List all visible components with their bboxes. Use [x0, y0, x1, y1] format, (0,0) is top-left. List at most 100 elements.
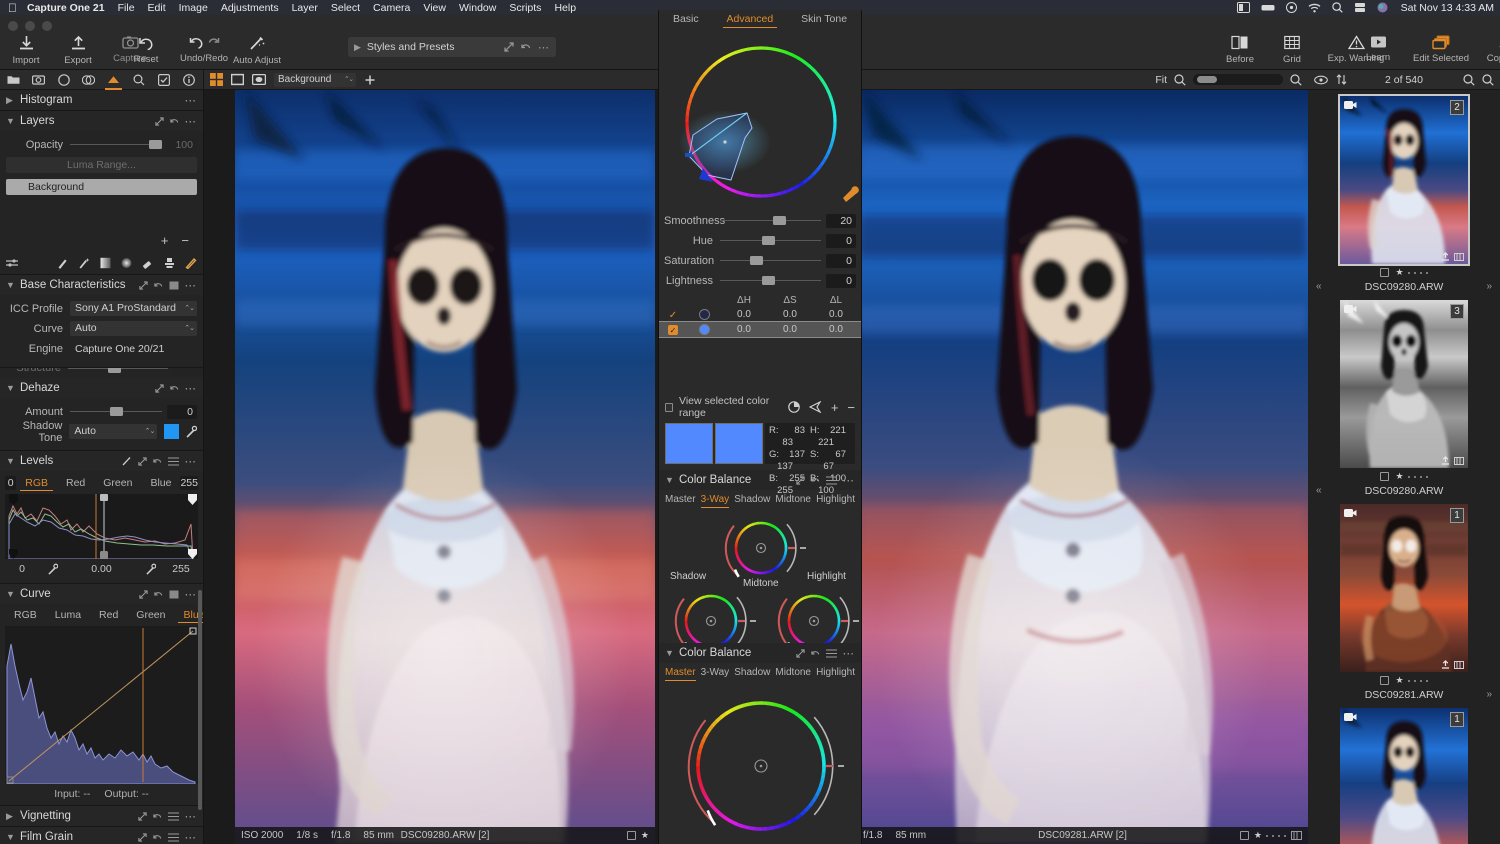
color-tab-icon[interactable] — [82, 73, 95, 86]
remove-layer-icon[interactable]: − — [181, 233, 189, 248]
opacity-value[interactable]: 100 — [167, 137, 197, 152]
zoom-out-icon[interactable] — [1174, 73, 1186, 86]
copy-apply-button[interactable]: Copy/Apply — [1478, 35, 1500, 64]
row-delta-h[interactable]: 0.0 — [721, 309, 767, 320]
layer-picker-select[interactable]: Background — [274, 72, 356, 87]
reset-arrow-icon[interactable] — [521, 42, 531, 52]
zoom-in-icon[interactable] — [1290, 73, 1302, 86]
star-icon[interactable]: ★ — [1395, 268, 1403, 277]
reset-arrow-icon[interactable] — [152, 457, 162, 466]
more-options-icon[interactable]: ⋯ — [185, 809, 198, 823]
row-delta-l[interactable]: 0.0 — [813, 309, 859, 320]
picker-range-icon[interactable] — [808, 401, 822, 413]
more-options-icon[interactable]: ⋯ — [185, 454, 198, 468]
layers-header[interactable]: ▼ Layers ⋯ — [0, 111, 203, 131]
saturation-slider[interactable] — [720, 254, 821, 268]
menu-file[interactable]: File — [118, 2, 135, 14]
row-delta-s[interactable]: 0.0 — [767, 309, 813, 320]
details-tab-icon[interactable] — [132, 73, 145, 86]
smoothness-slider[interactable] — [720, 214, 821, 228]
export-button[interactable]: Export — [52, 35, 104, 66]
black-eyedropper-icon[interactable] — [47, 563, 58, 575]
add-layer-plus-icon[interactable] — [364, 74, 376, 86]
eraser-icon[interactable] — [142, 257, 154, 269]
browser-thumbnail-strip[interactable]: 2 ★ « DSC09280.ARW » 3 ★ « DSC09280.ARW … — [1308, 90, 1500, 844]
reset-arrow-icon[interactable] — [153, 590, 163, 599]
thumb-rating-row[interactable]: ★ — [1314, 674, 1494, 687]
expand-icon[interactable] — [137, 456, 147, 466]
compare-icon[interactable] — [169, 590, 179, 599]
disclosure-expanded-icon[interactable]: ▼ — [6, 383, 15, 393]
heal-icon[interactable] — [185, 257, 197, 269]
menu-image[interactable]: Image — [179, 2, 208, 14]
curve-header[interactable]: ▼ Curve ⋯ — [0, 584, 203, 604]
menu-scripts[interactable]: Scripts — [509, 2, 541, 14]
row-delta-s[interactable]: 0.0 — [767, 324, 813, 335]
tab-basic[interactable]: Basic — [669, 13, 703, 28]
disclosure-expanded-icon[interactable]: ▼ — [665, 648, 674, 658]
more-options-icon[interactable]: ⋯ — [185, 278, 198, 292]
capture-tab-icon[interactable] — [32, 73, 45, 86]
disclosure-expanded-icon[interactable]: ▼ — [6, 456, 15, 466]
vignetting-header[interactable]: ▶ Vignetting ⋯ — [0, 806, 203, 826]
list-item[interactable]: 2 ★ « DSC09280.ARW » — [1314, 94, 1494, 294]
next-image-arrow[interactable]: » — [1486, 281, 1492, 292]
curve-select[interactable]: Auto — [70, 321, 197, 336]
more-options-icon[interactable]: ⋯ — [185, 381, 198, 395]
select-checkbox[interactable] — [1380, 268, 1390, 277]
list-item[interactable]: 3 ★ « DSC09280.ARW — [1314, 300, 1494, 498]
menu-view[interactable]: View — [423, 2, 446, 14]
search-icon[interactable] — [1463, 73, 1475, 86]
pie-mask-icon[interactable] — [788, 401, 800, 413]
levels-tab-green[interactable]: Green — [94, 477, 141, 489]
levels-right-value[interactable]: 255 — [180, 476, 198, 490]
chevron-right-icon[interactable]: ▶ — [354, 42, 361, 53]
curve-tab-red[interactable]: Red — [90, 609, 127, 621]
expand-icon[interactable] — [137, 832, 147, 842]
window-traffic-lights[interactable] — [8, 21, 52, 31]
dropbox-icon[interactable] — [1354, 2, 1366, 13]
shadow-tone-select[interactable]: Auto — [69, 424, 158, 439]
siri-icon[interactable] — [1377, 2, 1388, 13]
icc-profile-select[interactable]: Sony A1 ProStandard — [70, 301, 197, 316]
tab-skin-tone[interactable]: Skin Tone — [797, 13, 851, 28]
brush-icon[interactable] — [57, 257, 68, 269]
levels-tab-blue[interactable]: Blue — [141, 477, 180, 489]
grid-button[interactable]: Grid — [1266, 35, 1318, 65]
disclosure-expanded-icon[interactable]: ▼ — [665, 475, 674, 485]
disclosure-expanded-icon[interactable]: ▼ — [6, 280, 15, 290]
reset-arrow-icon[interactable] — [169, 384, 179, 393]
linear-gradient-icon[interactable] — [100, 257, 111, 269]
menu-lines-icon[interactable] — [825, 475, 837, 485]
auto-adjust-button[interactable]: Auto Adjust — [228, 35, 286, 66]
more-options-icon[interactable]: ⋯ — [538, 41, 550, 54]
structure-value[interactable] — [173, 368, 203, 375]
cbm-tab-master[interactable]: Master — [665, 667, 696, 681]
levels-histogram[interactable] — [5, 494, 198, 559]
menu-camera[interactable]: Camera — [373, 2, 410, 14]
styles-and-presets-panel[interactable]: ▶ Styles and Presets ⋯ — [348, 37, 556, 57]
remove-color-range-icon[interactable]: − — [847, 400, 855, 415]
cbm-tab-shadow[interactable]: Shadow — [734, 667, 770, 681]
star-icon[interactable]: ★ — [1395, 472, 1403, 481]
menu-app-name[interactable]: Capture One 21 — [27, 2, 105, 14]
star-icon[interactable]: ★ — [1254, 831, 1262, 840]
proof-view-icon[interactable] — [252, 73, 266, 86]
prev-image-arrow[interactable]: « — [1316, 485, 1322, 496]
levels-header[interactable]: ▼ Levels ⋯ — [0, 451, 203, 471]
saturation-value[interactable]: 0 — [826, 253, 856, 268]
expand-icon[interactable] — [795, 648, 805, 658]
expand-icon[interactable] — [154, 116, 164, 126]
wifi-icon[interactable] — [1308, 3, 1321, 13]
learn-button[interactable]: Learn — [1352, 35, 1404, 64]
cbm-tab-3way[interactable]: 3-Way — [701, 667, 730, 681]
select-checkbox[interactable] — [1380, 676, 1390, 685]
list-item[interactable]: 1 ★ DSC09281.ARW » — [1314, 504, 1494, 702]
levels-foot-gamma[interactable]: 0.00 — [58, 563, 145, 575]
magic-brush-icon[interactable] — [78, 257, 90, 269]
single-view-icon[interactable] — [231, 73, 244, 86]
disclosure-expanded-icon[interactable]: ▼ — [6, 589, 15, 599]
color-balance-master-header[interactable]: ▼ Color Balance ⋯ — [659, 643, 861, 663]
color-tag-icon[interactable] — [1291, 831, 1302, 840]
reset-arrow-icon[interactable] — [152, 812, 162, 821]
